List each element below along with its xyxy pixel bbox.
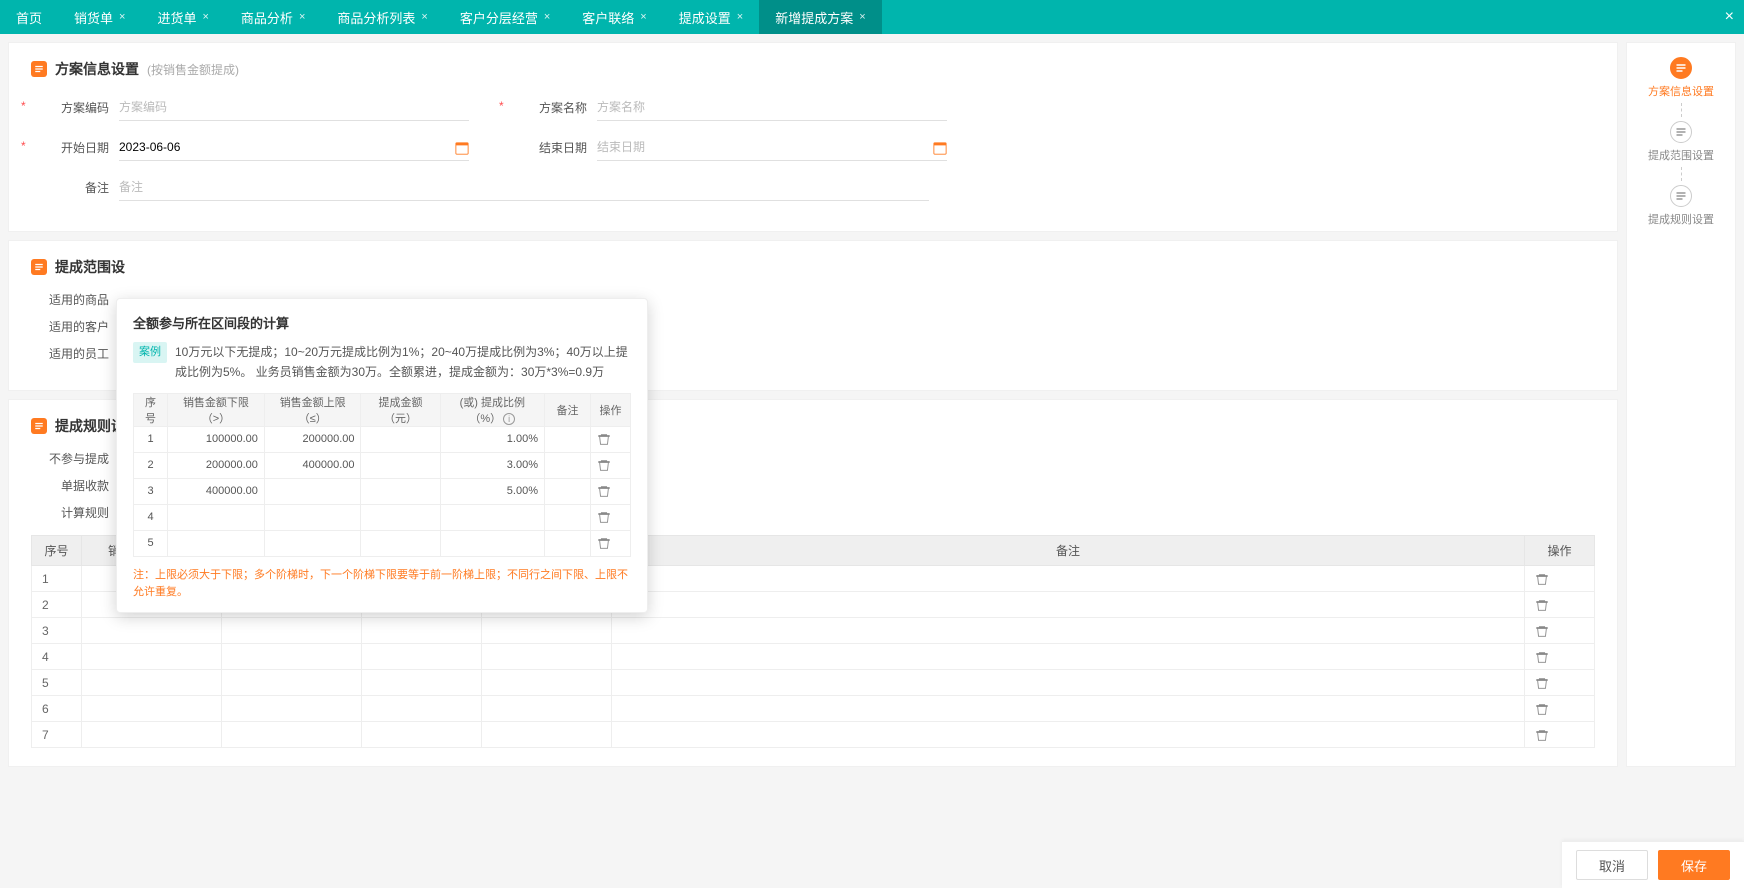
tab-close-icon[interactable]: × [859,11,865,23]
input-plan-name[interactable] [597,93,947,121]
tooltip-table: 序号 销售金额下限（>） 销售金额上限（≤） 提成金额（元） (或) 提成比例（… [133,393,631,557]
tth-amount: 提成金额（元） [361,393,440,426]
tab-商品分析[interactable]: 商品分析× [225,0,321,34]
panel-icon [31,259,47,275]
cancel-button[interactable]: 取消 [1576,850,1648,880]
label-staff: 适用的员工 [31,345,109,362]
example-tooltip: 全额参与所在区间段的计算 案例 10万元以下无提成；10~20万元提成比例为1%… [116,298,648,613]
step-icon [1670,185,1692,207]
table-row: 3 [32,618,1595,644]
tab-提成设置[interactable]: 提成设置× [663,0,759,34]
label-start: 开始日期 [61,141,109,155]
tth-lower: 销售金额下限（>） [168,393,265,426]
info-icon: i [503,413,515,425]
delete-row-icon[interactable] [591,530,631,556]
delete-row-icon[interactable] [1525,644,1595,670]
th-remark: 备注 [612,536,1525,566]
panel-icon [31,61,47,77]
th-seq: 序号 [32,536,82,566]
step-1[interactable]: 方案信息设置 [1648,57,1714,99]
tab-bar-close-icon[interactable]: × [1725,0,1734,34]
tab-close-icon[interactable]: × [202,11,208,23]
tab-close-icon[interactable]: × [299,11,305,23]
label-code: 方案编码 [61,101,109,115]
input-start-date[interactable] [119,133,469,161]
input-remark[interactable] [119,173,929,201]
tab-客户分层经营[interactable]: 客户分层经营× [444,0,566,34]
panel-title: 方案信息设置 [55,59,139,79]
calendar-icon[interactable] [455,141,469,155]
delete-row-icon[interactable] [1525,722,1595,748]
label-calc-rule: 计算规则 [31,504,109,521]
tooltip-example-text: 10万元以下无提成；10~20万元提成比例为1%；20~40万提成比例为3%；4… [175,342,631,383]
calendar-icon[interactable] [933,141,947,155]
tab-新增提成方案[interactable]: 新增提成方案× [759,0,881,34]
step-label: 方案信息设置 [1648,83,1714,99]
steps-nav: 方案信息设置 提成范围设置 提成规则设置 [1626,42,1736,767]
tab-close-icon[interactable]: × [544,11,550,23]
footer-actions: 取消 保存 [1562,841,1744,888]
step-2[interactable]: 提成范围设置 [1648,121,1714,163]
label-receipt: 单据收款 [31,477,109,494]
panel-subtitle: (按销售金额提成) [147,61,239,78]
tab-close-icon[interactable]: × [737,11,743,23]
tooltip-note: 注：上限必须大于下限；多个阶梯时，下一个阶梯下限要等于前一阶梯上限；不同行之间下… [133,567,631,602]
step-3[interactable]: 提成规则设置 [1648,185,1714,227]
table-row: 3400000.005.00% [134,478,631,504]
tth-ratio: (或) 提成比例（%）i [440,393,544,426]
step-connector [1681,103,1682,117]
tth-upper: 销售金额上限（≤） [264,393,361,426]
panel-title: 提成规则设 [55,416,125,436]
label-end: 结束日期 [539,141,587,155]
panel-icon [31,418,47,434]
panel-title: 提成范围设 [55,257,125,277]
label-products: 适用的商品 [31,291,109,308]
delete-row-icon[interactable] [1525,618,1595,644]
tab-close-icon[interactable]: × [119,11,125,23]
delete-row-icon[interactable] [591,426,631,452]
tab-销货单[interactable]: 销货单× [58,0,141,34]
label-name: 方案名称 [539,101,587,115]
label-exclude: 不参与提成 [31,450,109,467]
tth-remark: 备注 [545,393,591,426]
save-button[interactable]: 保存 [1658,850,1730,880]
input-end-date[interactable] [597,133,947,161]
table-row: 5 [32,670,1595,696]
tab-进货单[interactable]: 进货单× [141,0,224,34]
label-customers: 适用的客户 [31,318,109,335]
input-plan-code[interactable] [119,93,469,121]
table-row: 4 [32,644,1595,670]
label-remark: 备注 [85,181,109,195]
table-row: 2200000.00400000.003.00% [134,452,631,478]
panel-plan-info: 方案信息设置 (按销售金额提成) *方案编码 *方案名称 *开始日期 [8,42,1618,232]
step-icon [1670,57,1692,79]
table-row: 1100000.00200000.001.00% [134,426,631,452]
delete-row-icon[interactable] [1525,592,1595,618]
tooltip-badge: 案例 [133,342,167,363]
tab-商品分析列表[interactable]: 商品分析列表× [321,0,443,34]
delete-row-icon[interactable] [1525,696,1595,722]
delete-row-icon[interactable] [591,452,631,478]
delete-row-icon[interactable] [1525,566,1595,592]
delete-row-icon[interactable] [591,504,631,530]
tab-close-icon[interactable]: × [640,11,646,23]
tab-close-icon[interactable]: × [421,11,427,23]
delete-row-icon[interactable] [1525,670,1595,696]
tth-op: 操作 [591,393,631,426]
th-op: 操作 [1525,536,1595,566]
table-row: 7 [32,722,1595,748]
tab-客户联络[interactable]: 客户联络× [566,0,662,34]
table-row: 5 [134,530,631,556]
delete-row-icon[interactable] [591,478,631,504]
tab-首页[interactable]: 首页 [0,0,58,34]
table-row: 6 [32,696,1595,722]
step-icon [1670,121,1692,143]
tth-seq: 序号 [134,393,168,426]
step-connector [1681,167,1682,181]
table-row: 4 [134,504,631,530]
tab-bar: 首页销货单×进货单×商品分析×商品分析列表×客户分层经营×客户联络×提成设置×新… [0,0,1744,34]
tooltip-title: 全额参与所在区间段的计算 [133,313,631,332]
step-label: 提成范围设置 [1648,147,1714,163]
step-label: 提成规则设置 [1648,211,1714,227]
